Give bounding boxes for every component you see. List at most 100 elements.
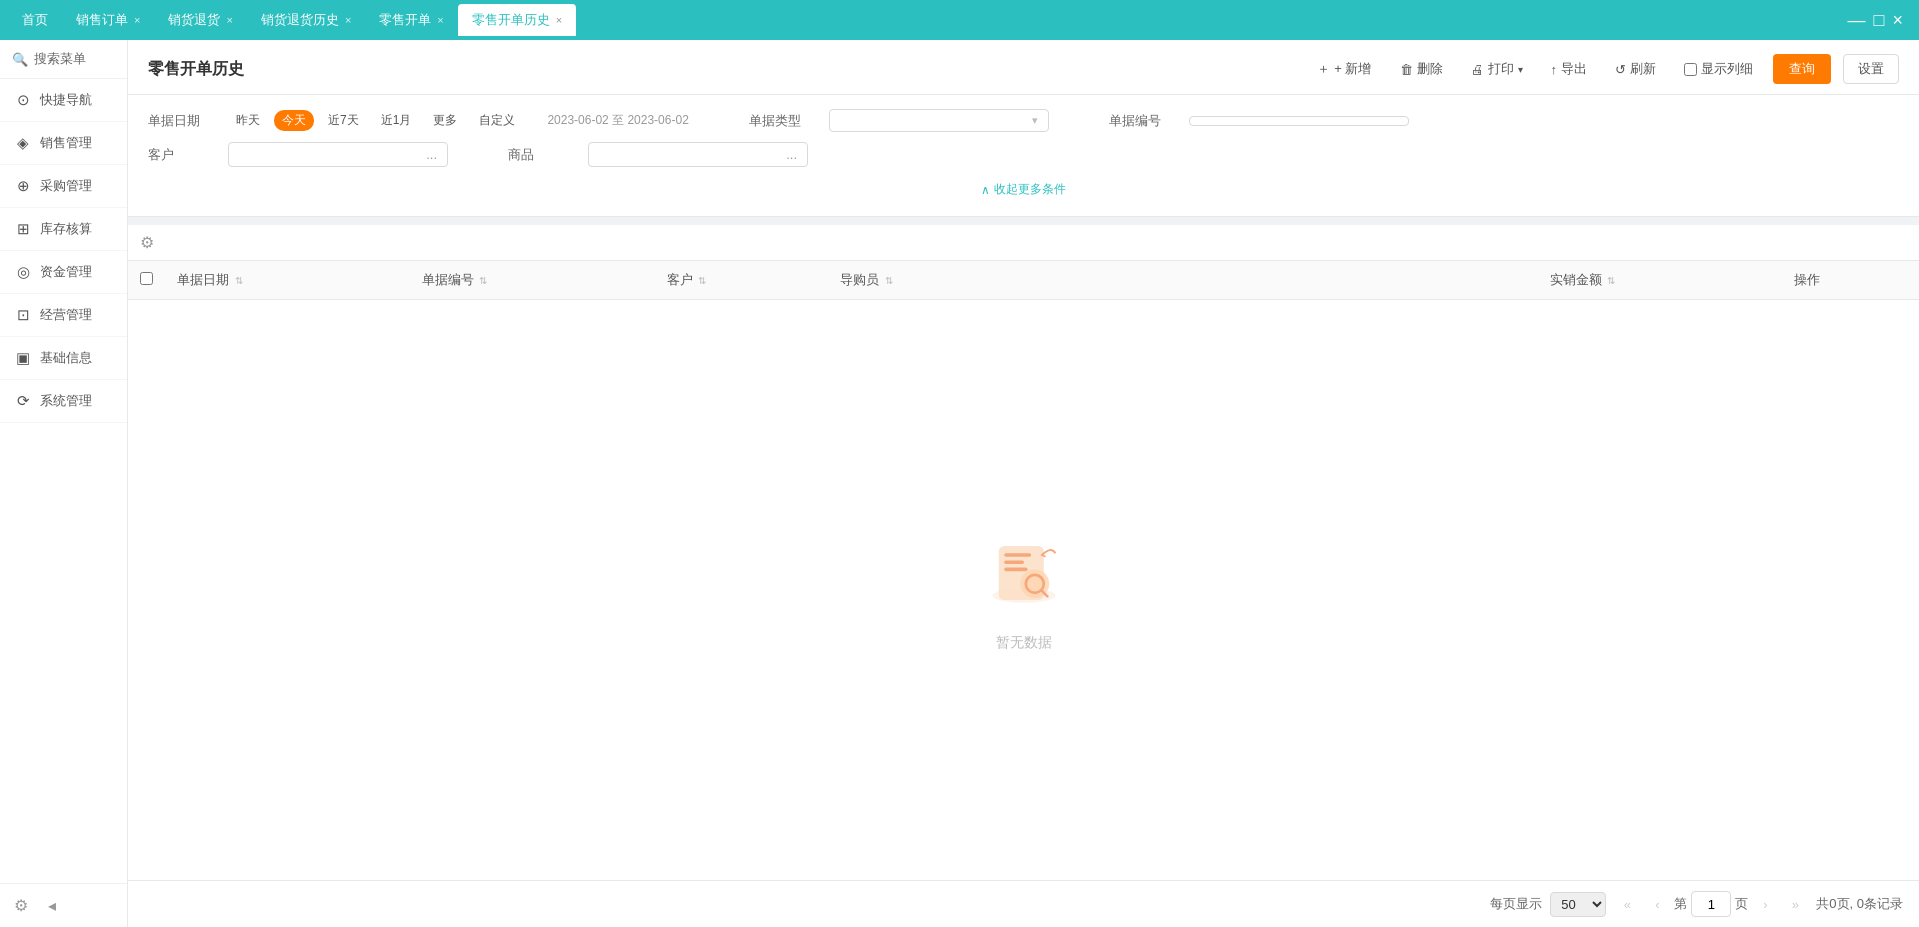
col-date-sort[interactable]: ⇅: [235, 275, 243, 286]
col-guide-sort[interactable]: ⇅: [885, 275, 893, 286]
print-button[interactable]: 🖨 打印 ▾: [1463, 56, 1531, 82]
sales-mgmt-label: 销售管理: [40, 134, 92, 152]
date-opt-yesterday[interactable]: 昨天: [228, 110, 268, 131]
page-number-input[interactable]: [1691, 891, 1731, 917]
date-opt-7days[interactable]: 近7天: [320, 110, 367, 131]
page-word: 第: [1674, 895, 1687, 913]
svg-rect-4: [1004, 568, 1027, 572]
tab-sales-return-history[interactable]: 销货退货历史 ×: [247, 4, 365, 36]
system-icon: ⟳: [14, 392, 32, 410]
col-no-sort[interactable]: ⇅: [479, 275, 487, 286]
tab-sales-order-close[interactable]: ×: [134, 15, 140, 26]
delete-label: 删除: [1417, 60, 1443, 78]
col-amount-label: 实销金额: [1550, 272, 1602, 287]
query-button[interactable]: 查询: [1773, 54, 1831, 84]
sidebar-item-sales-mgmt[interactable]: ◈ 销售管理: [0, 122, 127, 165]
sidebar-item-quick-nav[interactable]: ⊙ 快捷导航: [0, 79, 127, 122]
col-no: 单据编号 ⇅: [410, 261, 655, 300]
sidebar-item-system[interactable]: ⟳ 系统管理: [0, 380, 127, 423]
basic-info-label: 基础信息: [40, 349, 92, 367]
select-all-checkbox[interactable]: [140, 272, 153, 285]
goods-label: 商品: [508, 146, 568, 164]
customer-dots-icon[interactable]: ...: [426, 147, 437, 162]
tab-retail-history[interactable]: 零售开单历史 ×: [458, 4, 576, 36]
col-guide: 导购员 ⇅: [828, 261, 1037, 300]
tab-retail-open-close[interactable]: ×: [437, 15, 443, 26]
tab-retail-history-close[interactable]: ×: [556, 15, 562, 26]
col-amount-sort[interactable]: ⇅: [1607, 275, 1615, 286]
inventory-label: 库存核算: [40, 220, 92, 238]
col-guide-label: 导购员: [840, 272, 879, 287]
doc-no-label: 单据编号: [1109, 112, 1169, 130]
settings-icon[interactable]: ⚙: [14, 896, 28, 915]
date-opt-more[interactable]: 更多: [425, 110, 465, 131]
tab-sales-return-history-close[interactable]: ×: [345, 15, 351, 26]
date-opt-today[interactable]: 今天: [274, 110, 314, 131]
table-header-row: 单据日期 ⇅ 单据编号 ⇅ 客户 ⇅ 导购员 ⇅: [128, 261, 1919, 300]
print-chevron-icon: ▾: [1518, 64, 1523, 75]
data-table: 单据日期 ⇅ 单据编号 ⇅ 客户 ⇅ 导购员 ⇅: [128, 261, 1919, 300]
tab-retail-history-label: 零售开单历史: [472, 11, 550, 29]
tab-sales-return-close[interactable]: ×: [226, 15, 232, 26]
add-icon: ＋: [1317, 60, 1330, 78]
page-prev-btn[interactable]: ‹: [1644, 891, 1670, 917]
date-opt-1month[interactable]: 近1月: [373, 110, 420, 131]
svg-rect-3: [1004, 560, 1024, 564]
export-label: 导出: [1561, 60, 1587, 78]
pagination-nav: « ‹ 第 页 › »: [1614, 891, 1808, 917]
tab-sales-return-label: 销货退货: [168, 11, 220, 29]
date-opt-custom[interactable]: 自定义: [471, 110, 523, 131]
add-button[interactable]: ＋ + 新增: [1309, 56, 1379, 82]
table-head: 单据日期 ⇅ 单据编号 ⇅ 客户 ⇅ 导购员 ⇅: [128, 261, 1919, 300]
operation-label: 经营管理: [40, 306, 92, 324]
page-next-btn[interactable]: ›: [1752, 891, 1778, 917]
filter-row-1: 单据日期 昨天 今天 近7天 近1月 更多 自定义 2023-06-02 至 2…: [148, 109, 1899, 132]
col-amount: 实销金额 ⇅: [1538, 261, 1783, 300]
sidebar: 🔍 搜索菜单 ⊙ 快捷导航 ◈ 销售管理 ⊕ 采购管理 ⊞ 库存核算 ◎ 资金管…: [0, 40, 128, 927]
pagination-total-info: 共0页, 0条记录: [1816, 895, 1903, 913]
doc-no-input[interactable]: [1189, 116, 1409, 126]
settings-button[interactable]: 设置: [1843, 54, 1899, 84]
tab-sales-order-label: 销售订单: [76, 11, 128, 29]
sidebar-item-basic-info[interactable]: ▣ 基础信息: [0, 337, 127, 380]
tab-retail-open[interactable]: 零售开单 ×: [365, 4, 457, 36]
display-cols-button[interactable]: 显示列细: [1676, 56, 1761, 82]
tab-sales-return[interactable]: 销货退货 ×: [154, 4, 246, 36]
sales-mgmt-icon: ◈: [14, 134, 32, 152]
sidebar-item-operation[interactable]: ⊡ 经营管理: [0, 294, 127, 337]
sidebar-search-label: 搜索菜单: [34, 50, 86, 68]
doc-type-select[interactable]: ▾: [829, 109, 1049, 132]
window-maximize[interactable]: □: [1874, 10, 1885, 31]
collapse-button[interactable]: ∧ 收起更多条件: [981, 177, 1066, 202]
empty-state: 暂无数据: [128, 300, 1919, 880]
date-range-display: 2023-06-02 至 2023-06-02: [547, 112, 688, 129]
operation-icon: ⊡: [14, 306, 32, 324]
export-button[interactable]: ↑ 导出: [1543, 56, 1596, 82]
window-minimize[interactable]: —: [1848, 10, 1866, 31]
display-cols-checkbox[interactable]: [1684, 63, 1697, 76]
collapse-sidebar-icon[interactable]: ◂: [48, 896, 56, 915]
sidebar-item-inventory[interactable]: ⊞ 库存核算: [0, 208, 127, 251]
toolbar: ＋ + 新增 🗑 删除 🖨 打印 ▾ ↑ 导出 ↺: [1309, 54, 1899, 84]
sidebar-item-finance[interactable]: ◎ 资金管理: [0, 251, 127, 294]
customer-input[interactable]: ...: [228, 142, 448, 167]
per-page-label: 每页显示: [1490, 895, 1542, 913]
goods-dots-icon[interactable]: ...: [786, 147, 797, 162]
delete-icon: 🗑: [1400, 62, 1413, 77]
refresh-button[interactable]: ↺ 刷新: [1607, 56, 1664, 82]
sidebar-item-purchase-mgmt[interactable]: ⊕ 采购管理: [0, 165, 127, 208]
sidebar-search[interactable]: 🔍 搜索菜单: [0, 40, 127, 79]
page-first-btn[interactable]: «: [1614, 891, 1640, 917]
tab-sales-order[interactable]: 销售订单 ×: [62, 4, 154, 36]
print-label: 打印: [1488, 60, 1514, 78]
goods-input[interactable]: ...: [588, 142, 808, 167]
tab-home[interactable]: 首页: [8, 4, 62, 36]
table-settings-icon[interactable]: ⚙: [140, 233, 154, 252]
col-customer-sort[interactable]: ⇅: [698, 275, 706, 286]
page-last-btn[interactable]: »: [1782, 891, 1808, 917]
per-page-select[interactable]: 50 10 20 100: [1550, 892, 1606, 917]
doc-type-label: 单据类型: [749, 112, 809, 130]
delete-button[interactable]: 🗑 删除: [1392, 56, 1451, 82]
window-close[interactable]: ×: [1892, 10, 1903, 31]
filter-area: 单据日期 昨天 今天 近7天 近1月 更多 自定义 2023-06-02 至 2…: [128, 95, 1919, 217]
